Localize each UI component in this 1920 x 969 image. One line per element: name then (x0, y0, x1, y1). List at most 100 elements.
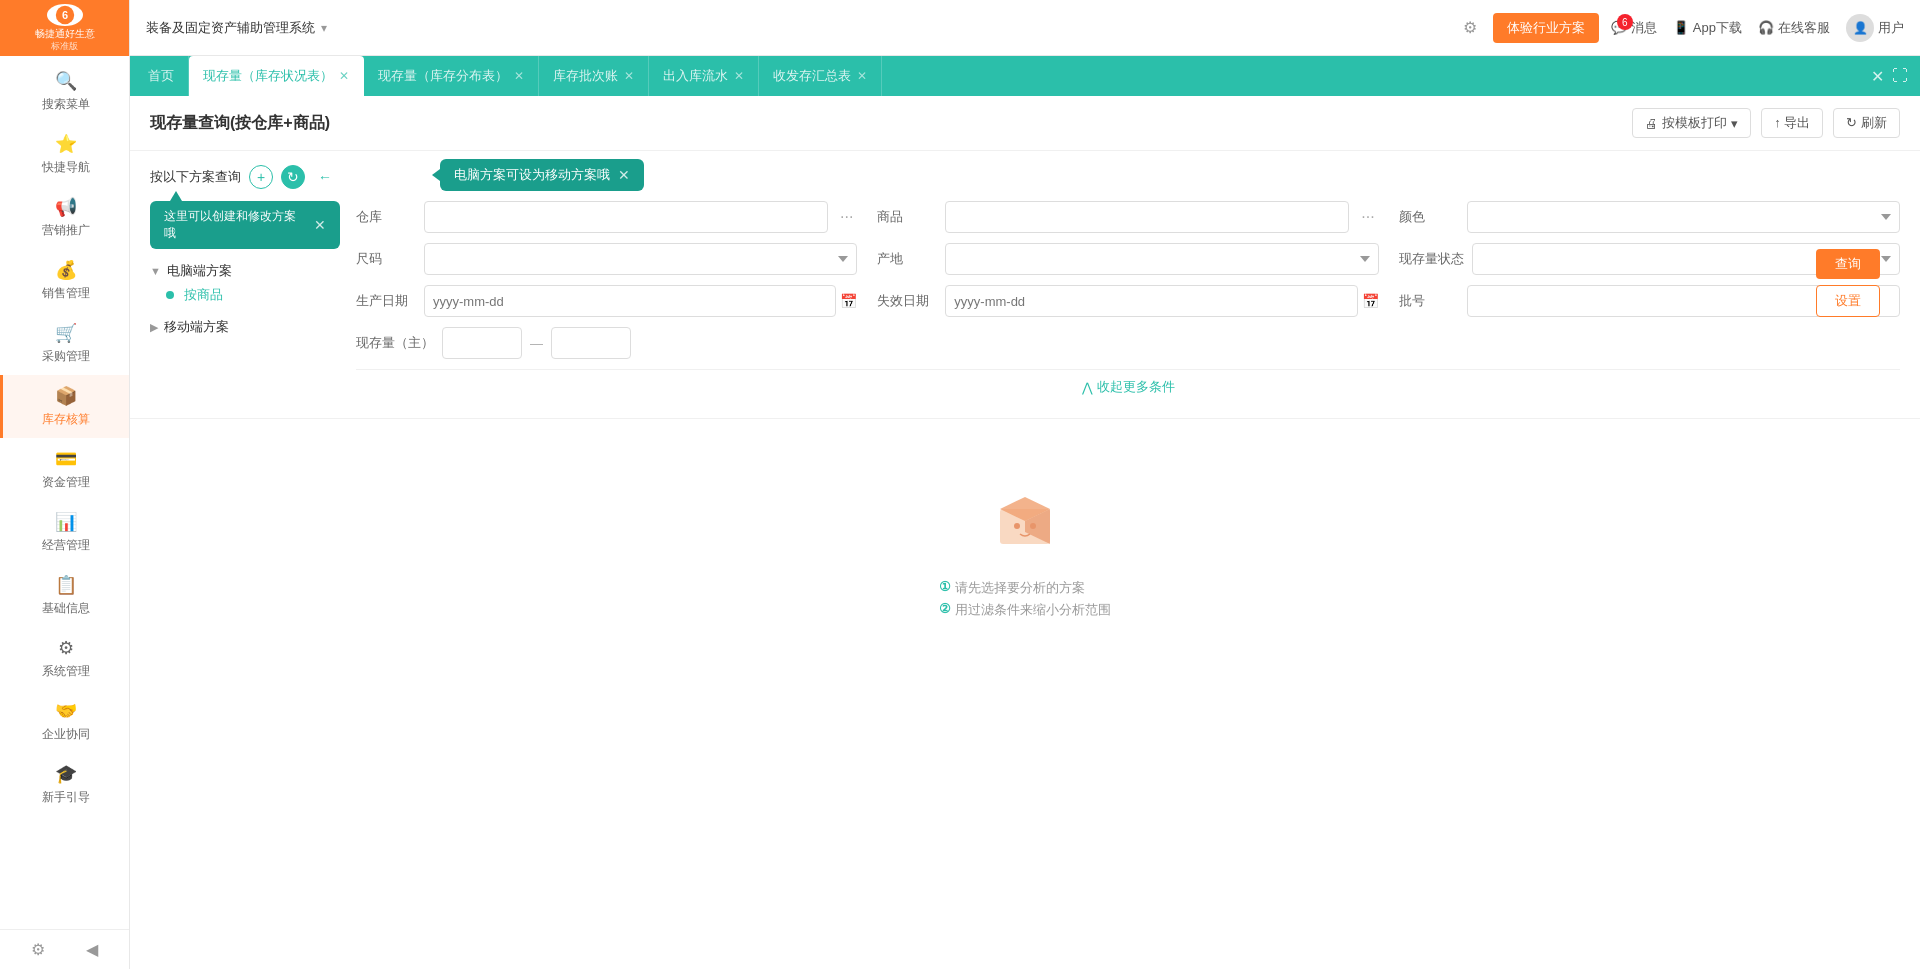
sidebar-footer: ⚙ ◀ (0, 929, 129, 969)
close-icon[interactable]: ✕ (339, 69, 349, 83)
stock-qty-max-input[interactable] (551, 327, 631, 359)
sidebar-item-collab[interactable]: 🤝 企业协同 (0, 690, 129, 753)
scheme-desktop-item[interactable]: 按商品 (166, 283, 340, 307)
warehouse-input[interactable] (424, 201, 828, 233)
sidebar-item-label: 企业协同 (42, 726, 90, 743)
sidebar-item-business[interactable]: 📊 经营管理 (0, 501, 129, 564)
goods-dots[interactable]: ··· (1357, 208, 1378, 226)
filter-grid: 仓库 ··· 商品 ··· 颜色 (356, 201, 1900, 359)
template-print-btn[interactable]: 🖨 按模板打印 ▾ (1632, 108, 1751, 138)
close-icon[interactable]: ✕ (857, 69, 867, 83)
stock-status-label: 现存量状态 (1399, 250, 1464, 268)
card-icon: 💳 (55, 448, 77, 470)
sidebar-item-finance[interactable]: 💳 资金管理 (0, 438, 129, 501)
add-scheme-btn[interactable]: + (249, 165, 273, 189)
close-icon[interactable]: ✕ (624, 69, 634, 83)
topbar-right: 💬 6 消息 📱 App下载 🎧 在线客服 👤 用户 (1611, 14, 1904, 42)
goods-label: 商品 (877, 208, 937, 226)
online-support-btn[interactable]: 🎧 在线客服 (1758, 19, 1830, 37)
svg-point-6 (1030, 523, 1036, 529)
size-label: 尺码 (356, 250, 416, 268)
stock-qty-label: 现存量（主） (356, 334, 434, 352)
sidebar-item-purchase[interactable]: 🛒 采购管理 (0, 312, 129, 375)
mfg-date-input[interactable] (424, 285, 836, 317)
sidebar-item-system[interactable]: ⚙ 系统管理 (0, 627, 129, 690)
size-select[interactable] (424, 243, 857, 275)
box-icon: 📦 (55, 385, 77, 407)
color-select[interactable] (1467, 201, 1900, 233)
mfg-date-label: 生产日期 (356, 292, 416, 310)
refresh-btn[interactable]: ↻ 刷新 (1833, 108, 1900, 138)
app-download-label: App下载 (1693, 19, 1742, 37)
search-btn[interactable]: 查询 (1816, 249, 1880, 279)
reset-btn[interactable]: 设置 (1816, 285, 1880, 317)
tooltip-close-icon[interactable]: ✕ (618, 167, 630, 183)
tab-batch[interactable]: 库存批次账 ✕ (539, 56, 649, 96)
exp-date-input[interactable] (945, 285, 1357, 317)
color-label: 颜色 (1399, 208, 1459, 226)
tab-stock-status[interactable]: 现存量（库存状况表） ✕ (189, 56, 364, 96)
stock-qty-min-input[interactable] (442, 327, 522, 359)
money-icon: 💰 (55, 259, 77, 281)
chevron-right-icon: ▶ (150, 321, 158, 334)
experience-btn[interactable]: 体验行业方案 (1493, 13, 1599, 43)
export-btn[interactable]: ↑ 导出 (1761, 108, 1823, 138)
filter-fields: 查询 设置 仓库 ··· 商品 ··· (340, 201, 1900, 404)
settings-footer-icon[interactable]: ⚙ (31, 940, 45, 959)
sidebar-item-sales[interactable]: 💰 销售管理 (0, 249, 129, 312)
refresh-scheme-btn[interactable]: ↻ (281, 165, 305, 189)
tab-stock-dist[interactable]: 现存量（库存分布表） ✕ (364, 56, 539, 96)
filter-row-warehouse: 仓库 ··· (356, 201, 857, 233)
settings-icon[interactable]: ⚙ (1463, 18, 1477, 37)
fullscreen-icon[interactable]: ⛶ (1892, 67, 1908, 86)
phone-icon: 📱 (1673, 20, 1689, 35)
back-btn[interactable]: ← (313, 165, 337, 189)
sidebar-item-marketing[interactable]: 📢 营销推广 (0, 186, 129, 249)
list-icon: 📋 (55, 574, 77, 596)
filter-body: 这里可以创建和修改方案哦 ✕ ▼ 电脑端方案 按商品 (150, 201, 1900, 404)
sidebar-item-nav[interactable]: ⭐ 快捷导航 (0, 123, 129, 186)
selected-dot (166, 291, 174, 299)
exp-date-label: 失效日期 (877, 292, 937, 310)
scheme-panel: 这里可以创建和修改方案哦 ✕ ▼ 电脑端方案 按商品 (150, 201, 340, 404)
empty-tip-2: 用过滤条件来缩小分析范围 (939, 601, 1111, 619)
sidebar-item-search[interactable]: 🔍 搜索菜单 (0, 60, 129, 123)
close-icon[interactable]: ✕ (514, 69, 524, 83)
sidebar-nav: 🔍 搜索菜单 ⭐ 快捷导航 📢 营销推广 💰 销售管理 🛒 采购管理 📦 库存核… (0, 56, 129, 929)
tab-summary[interactable]: 收发存汇总表 ✕ (759, 56, 882, 96)
user-avatar-btn[interactable]: 👤 用户 (1846, 14, 1904, 42)
sidebar-item-label: 资金管理 (42, 474, 90, 491)
avatar: 👤 (1846, 14, 1874, 42)
collapse-bar[interactable]: ⋀ 收起更多条件 (356, 369, 1900, 404)
scheme-item-label: 按商品 (184, 286, 223, 304)
calendar-icon[interactable]: 📅 (840, 293, 857, 309)
empty-state: 请先选择要分析的方案 用过滤条件来缩小分析范围 (130, 419, 1920, 683)
sidebar-item-base-info[interactable]: 📋 基础信息 (0, 564, 129, 627)
origin-select[interactable] (945, 243, 1378, 275)
filter-header: 按以下方案查询 + ↻ ← 电脑方案可设为移动方案哦 ✕ (150, 165, 1900, 189)
close-icon[interactable]: ✕ (734, 69, 744, 83)
tooltip-arrow (432, 169, 440, 181)
app-download-btn[interactable]: 📱 App下载 (1673, 19, 1742, 37)
filter-row-stock-qty: 现存量（主） — (356, 327, 857, 359)
calendar2-icon[interactable]: 📅 (1362, 293, 1379, 309)
warehouse-dots[interactable]: ··· (836, 208, 857, 226)
sidebar-item-guide[interactable]: 🎓 新手引导 (0, 753, 129, 816)
empty-icon (985, 479, 1065, 559)
headset-icon: 🎧 (1758, 20, 1774, 35)
tab-inout[interactable]: 出入库流水 ✕ (649, 56, 759, 96)
tabbar-actions: ✕ ⛶ (1871, 67, 1916, 86)
desktop-scheme-label: 电脑端方案 (167, 262, 232, 280)
chevron-right-icon: ▼ (150, 265, 161, 277)
tab-home[interactable]: 首页 (134, 56, 189, 96)
collapse-sidebar-icon[interactable]: ◀ (86, 940, 98, 959)
goods-input[interactable] (945, 201, 1349, 233)
tooltip2-close-icon[interactable]: ✕ (314, 217, 326, 233)
batch-label: 批号 (1399, 292, 1459, 310)
sidebar-item-inventory[interactable]: 📦 库存核算 (0, 375, 129, 438)
search-actions: 查询 设置 (1816, 249, 1880, 317)
messages-label: 消息 (1631, 19, 1657, 37)
sidebar-item-label: 快捷导航 (42, 159, 90, 176)
messages-btn[interactable]: 💬 6 消息 (1611, 19, 1657, 37)
close-all-tabs-icon[interactable]: ✕ (1871, 67, 1884, 86)
